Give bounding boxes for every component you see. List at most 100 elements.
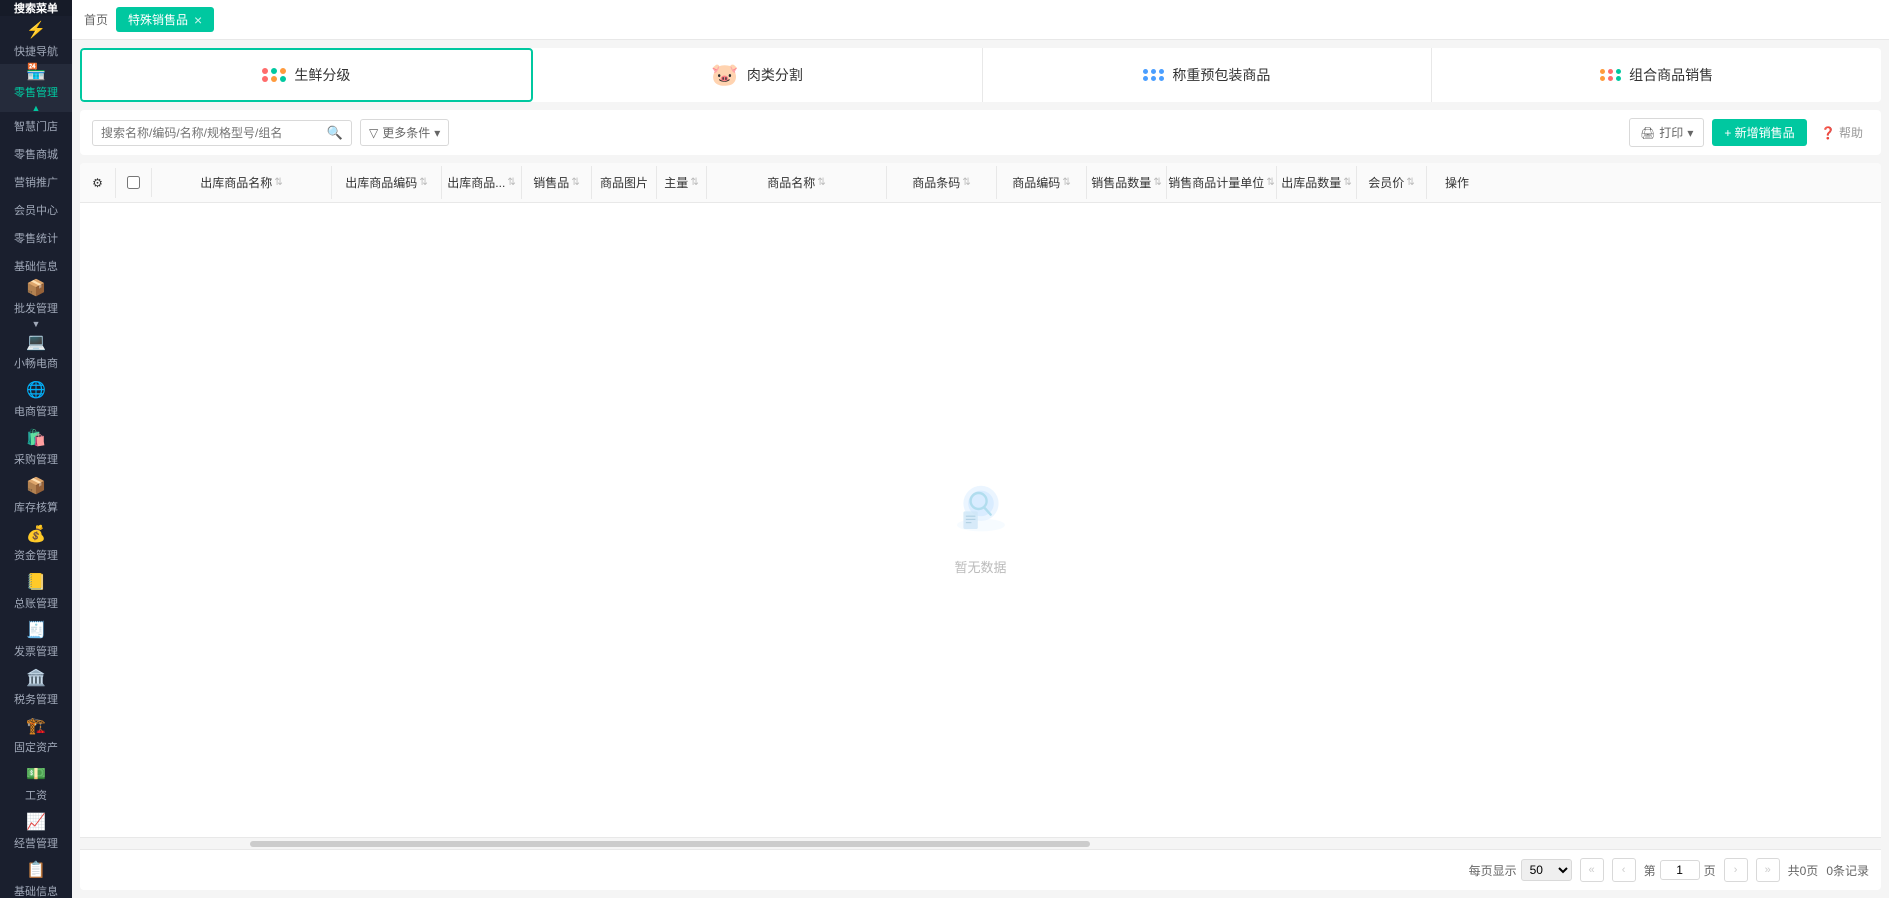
tab-meat-cut[interactable]: 🐷 肉类分割	[533, 48, 983, 102]
sort-icon-5[interactable]: ⇅	[690, 179, 698, 187]
sort-icon-10[interactable]: ⇅	[1266, 179, 1274, 187]
sort-icon[interactable]: ⇅	[274, 179, 282, 187]
sidebar-item-ops-mgmt[interactable]: 📈 经营管理	[0, 808, 72, 856]
sort-icon-4[interactable]: ⇅	[571, 179, 579, 187]
th-goods-img: 商品图片	[592, 166, 657, 199]
th-actions: 操作	[1427, 166, 1487, 199]
basic-info2-icon: 📋	[26, 860, 46, 882]
sidebar-item-mini-ecom[interactable]: 💻 小畅电商	[0, 328, 72, 376]
first-page-button[interactable]: «	[1580, 858, 1604, 882]
sidebar: 搜索菜单 ⚡ 快捷导航 🏪 零售管理 ▲ 智慧门店 零售商城 营销推广 会员中心…	[0, 0, 72, 898]
print-icon: 🖨	[1640, 126, 1655, 140]
new-sale-item-label: + 新增销售品	[1724, 124, 1794, 141]
search-box[interactable]: 🔍	[92, 120, 352, 146]
empty-text: 暂无数据	[954, 557, 1006, 576]
ops-icon: 📈	[26, 812, 46, 834]
sidebar-item-invoice-mgmt[interactable]: 🧾 发票管理	[0, 616, 72, 664]
sidebar-item-finance[interactable]: 💰 资金管理	[0, 520, 72, 568]
page-size-select[interactable]: 10 20 50 100	[1521, 859, 1572, 881]
purchase-icon: 🛍️	[26, 428, 46, 450]
prev-page-button[interactable]: ‹	[1612, 858, 1636, 882]
sidebar-item-retail-mgmt[interactable]: 🏪 零售管理 ▲	[0, 64, 72, 112]
sidebar-item-wholesale-mgmt[interactable]: 📦 批发管理 ▼	[0, 280, 72, 328]
ecom-mgmt-icon: 🌐	[26, 380, 46, 402]
sidebar-item-ecom-mgmt[interactable]: 🌐 电商管理	[0, 376, 72, 424]
next-page-button[interactable]: ›	[1724, 858, 1748, 882]
th-goods-name: 商品名称 ⇅	[707, 166, 887, 199]
sidebar-item-retail-mall[interactable]: 零售商城	[0, 140, 72, 168]
page-info: 第 页	[1644, 860, 1716, 880]
print-arrow-icon: ▾	[1687, 126, 1693, 140]
th-checkbox[interactable]	[116, 168, 152, 197]
search-icon[interactable]: 🔍	[327, 125, 343, 141]
sidebar-item-purchase-mgmt[interactable]: 🛍️ 采购管理	[0, 424, 72, 472]
sidebar-item-tax-mgmt[interactable]: 🏛️ 税务管理	[0, 664, 72, 712]
sidebar-item-fixed-assets[interactable]: 🏗️ 固定资产	[0, 712, 72, 760]
sort-icon-6[interactable]: ⇅	[817, 179, 825, 187]
table-horizontal-scrollbar[interactable]	[80, 837, 1881, 849]
category-tabs: 生鲜分级 🐷 肉类分割	[80, 48, 1881, 102]
pig-icon: 🐷	[711, 62, 738, 88]
tab-combo-sales[interactable]: 组合商品销售	[1432, 48, 1881, 102]
ledger-icon: 📒	[26, 572, 46, 594]
home-breadcrumb[interactable]: 首页	[84, 11, 108, 28]
sort-icon-2[interactable]: ⇅	[419, 179, 427, 187]
close-tab-button[interactable]: ×	[194, 13, 202, 27]
total-pages: 共0页	[1788, 862, 1819, 879]
active-tab[interactable]: 特殊销售品 ×	[116, 7, 214, 32]
page-size-selector: 每页显示 10 20 50 100	[1469, 859, 1572, 881]
th-sale-qty: 销售品数量 ⇅	[1087, 166, 1167, 199]
sort-icon-9[interactable]: ⇅	[1153, 179, 1161, 187]
sort-icon-12[interactable]: ⇅	[1406, 179, 1414, 187]
retail-mgmt-icon: 🏪	[26, 62, 46, 84]
sort-icon-8[interactable]: ⇅	[1062, 179, 1070, 187]
sidebar-item-basic-info2[interactable]: 📋 基础信息	[0, 856, 72, 898]
new-sale-item-button[interactable]: + 新增销售品	[1712, 119, 1806, 146]
toolbar-right: 🖨 打印 ▾ + 新增销售品 ❓ 帮助	[1629, 118, 1869, 147]
tab-fresh-grade[interactable]: 生鲜分级	[80, 48, 533, 102]
tab-fresh-grade-label: 生鲜分级	[294, 65, 350, 85]
search-input[interactable]	[101, 126, 323, 140]
sidebar-item-retail-stats[interactable]: 零售统计	[0, 224, 72, 252]
page-number-input[interactable]	[1660, 860, 1700, 880]
th-out-qty: 出库品数量 ⇅	[1277, 166, 1357, 199]
sidebar-item-member-center[interactable]: 会员中心	[0, 196, 72, 224]
salary-icon: 💵	[26, 764, 46, 786]
sidebar-item-basic-info[interactable]: 基础信息	[0, 252, 72, 280]
column-settings-icon[interactable]: ⚙	[92, 176, 103, 190]
sort-icon-7[interactable]: ⇅	[962, 179, 970, 187]
help-button[interactable]: ❓ 帮助	[1815, 119, 1869, 146]
sidebar-item-inventory[interactable]: 📦 库存核算	[0, 472, 72, 520]
sidebar-item-quick-nav[interactable]: ⚡ 快捷导航	[0, 16, 72, 64]
th-goods-code: 商品编码 ⇅	[997, 166, 1087, 199]
help-icon: ❓	[1821, 126, 1836, 140]
print-button[interactable]: 🖨 打印 ▾	[1629, 118, 1704, 147]
fresh-grade-icon	[262, 68, 286, 82]
sort-icon-11[interactable]: ⇅	[1343, 179, 1351, 187]
th-sale-unit: 销售商品计量单位 ⇅	[1167, 166, 1277, 199]
main-content: 首页 特殊销售品 ×	[72, 0, 1889, 898]
tab-combo-sales-label: 组合商品销售	[1629, 65, 1713, 85]
last-page-button[interactable]: »	[1756, 858, 1780, 882]
sidebar-item-salary[interactable]: 💵 工资	[0, 760, 72, 808]
filter-button[interactable]: ▽ 更多条件 ▾	[360, 119, 449, 146]
sidebar-item-sales-promo[interactable]: 营销推广	[0, 168, 72, 196]
sidebar-item-smart-store[interactable]: 智慧门店	[0, 112, 72, 140]
invoice-icon: 🧾	[26, 620, 46, 642]
help-label: 帮助	[1839, 126, 1863, 140]
page-size-label: 每页显示	[1469, 862, 1517, 879]
sort-icon-3[interactable]: ⇅	[507, 179, 515, 187]
tab-weigh-prepack[interactable]: 称重预包装商品	[983, 48, 1433, 102]
table-header: ⚙ 出库商品名称 ⇅ 出库商品编码 ⇅ 出库商品... ⇅	[80, 163, 1881, 203]
page-of-label: 页	[1704, 862, 1716, 879]
filter-icon: ▽	[369, 126, 378, 140]
th-out-goods-spec: 出库商品... ⇅	[442, 166, 522, 199]
wholesale-icon: 📦	[26, 278, 46, 300]
th-settings[interactable]: ⚙	[80, 168, 116, 198]
total-records: 0条记录	[1826, 862, 1869, 879]
sidebar-item-general-ledger[interactable]: 📒 总账管理	[0, 568, 72, 616]
empty-state: 暂无数据	[80, 203, 1881, 837]
finance-icon: 💰	[26, 524, 46, 546]
top-bar: 首页 特殊销售品 ×	[72, 0, 1889, 40]
select-all-checkbox[interactable]	[127, 176, 140, 189]
